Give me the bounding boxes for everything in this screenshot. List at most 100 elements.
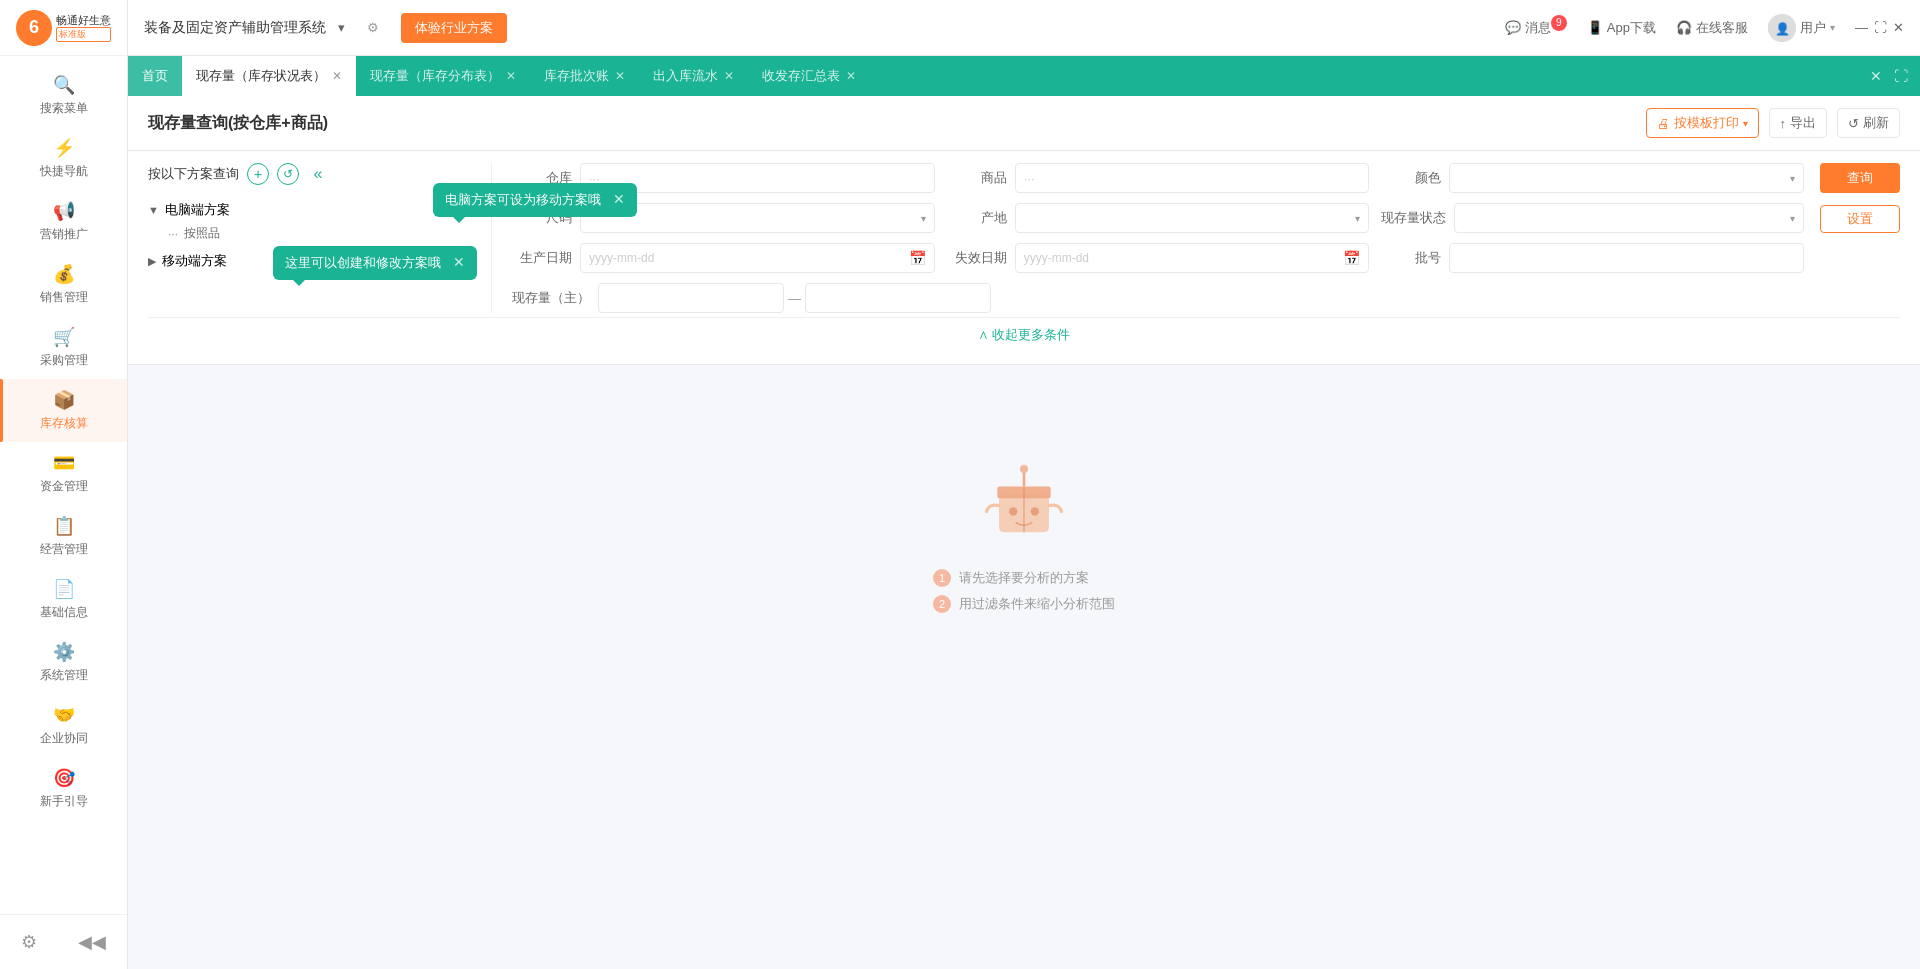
svg-point-5 <box>1009 507 1017 515</box>
tab-receipt-summary[interactable]: 收发存汇总表 ✕ <box>748 56 870 96</box>
collapse-sidebar-icon[interactable]: ◀◀ <box>74 927 110 957</box>
filter-row-2: 尺码 ▾ 产地 ▾ <box>512 203 1804 233</box>
sidebar-label-enterprise: 企业协同 <box>40 730 88 747</box>
desktop-scheme-subitem[interactable]: ··· 按照品 <box>168 223 471 244</box>
batch-no-label: 批号 <box>1381 249 1441 267</box>
export-icon: ↑ <box>1780 116 1787 131</box>
gear-button[interactable]: ⚙ <box>357 12 389 44</box>
filter-collapse[interactable]: ∧ 收起更多条件 <box>148 317 1900 352</box>
system-icon: ⚙️ <box>53 641 75 663</box>
guide-icon: 🎯 <box>53 767 75 789</box>
sidebar-item-inventory[interactable]: 📦 库存核算 <box>0 379 127 442</box>
refresh-icon: ↺ <box>1848 116 1859 131</box>
expiry-date-input[interactable]: yyyy-mm-dd 📅 <box>1015 243 1370 273</box>
desktop-scheme-item[interactable]: ▼ 电脑端方案 <box>148 197 471 223</box>
prod-date-field: 生产日期 yyyy-mm-dd 📅 <box>512 243 935 273</box>
tooltip2-text: 这里可以创建和修改方案哦 <box>285 255 441 270</box>
color-select[interactable]: ▾ <box>1449 163 1804 193</box>
empty-step-2: 2 用过滤条件来缩小分析范围 <box>933 595 1115 613</box>
tooltip2-close[interactable]: ✕ <box>453 254 465 270</box>
goods-label: 商品 <box>947 169 1007 187</box>
inv-status-select[interactable]: ▾ <box>1454 203 1804 233</box>
goods-field: 商品 ··· <box>947 163 1370 193</box>
sidebar-item-guide[interactable]: 🎯 新手引导 <box>0 757 127 820</box>
sidebar: 6 畅通好生意 标准版 🔍 搜索菜单 ⚡ 快捷导航 📢 营销推广 💰 销售管理 … <box>0 0 128 969</box>
refresh-scheme-button[interactable]: ↺ <box>277 163 299 185</box>
tab-in-out-flow-close[interactable]: ✕ <box>724 69 734 83</box>
prod-date-calendar-icon[interactable]: 📅 <box>909 250 926 266</box>
tab-close-all-icon[interactable]: ✕ <box>1866 64 1886 88</box>
inv-qty-from[interactable] <box>598 283 784 313</box>
inv-qty-to[interactable] <box>805 283 991 313</box>
tooltip-create-scheme: 这里可以创建和修改方案哦 ✕ <box>273 246 477 280</box>
basic-icon: 📄 <box>53 578 75 600</box>
marketing-icon: 📢 <box>53 200 75 222</box>
close-window-icon[interactable]: ✕ <box>1893 20 1904 35</box>
export-button[interactable]: ↑ 导出 <box>1769 108 1828 138</box>
size-dropdown-arrow: ▾ <box>921 213 926 224</box>
sidebar-item-sales[interactable]: 💰 销售管理 <box>0 253 127 316</box>
sidebar-item-search[interactable]: 🔍 搜索菜单 <box>0 64 127 127</box>
logo-badge: 标准版 <box>56 27 111 42</box>
add-scheme-button[interactable]: + <box>247 163 269 185</box>
sidebar-item-finance[interactable]: 💳 资金管理 <box>0 442 127 505</box>
notification-badge: 9 <box>1551 15 1567 31</box>
reset-button[interactable]: 设置 <box>1820 205 1900 233</box>
tab-home[interactable]: 首页 <box>128 56 182 96</box>
tab-batch-ledger-close[interactable]: ✕ <box>615 69 625 83</box>
tab-in-out-flow[interactable]: 出入库流水 ✕ <box>639 56 748 96</box>
goods-input[interactable]: ··· <box>1015 163 1370 193</box>
sidebar-item-enterprise[interactable]: 🤝 企业协同 <box>0 694 127 757</box>
tab-fullscreen-icon[interactable]: ⛶ <box>1890 64 1912 88</box>
inv-qty-label: 现存量（主） <box>512 289 590 307</box>
tab-inventory-dist-close[interactable]: ✕ <box>506 69 516 83</box>
svg-text:👤: 👤 <box>1775 21 1790 36</box>
header-left: 装备及固定资产辅助管理系统 ▾ ⚙ 体验行业方案 <box>144 12 507 44</box>
batch-no-field: 批号 <box>1381 243 1804 273</box>
user-item[interactable]: 👤 用户 ▾ <box>1768 14 1835 42</box>
trial-button[interactable]: 体验行业方案 <box>401 13 507 43</box>
print-button[interactable]: 🖨 按模板打印 ▾ <box>1646 108 1759 138</box>
step-1-num: 1 <box>933 569 951 587</box>
tab-inventory-status[interactable]: 现存量（库存状况表） ✕ <box>182 56 356 96</box>
sidebar-item-operation[interactable]: 📋 经营管理 <box>0 505 127 568</box>
active-bar <box>0 379 3 442</box>
sidebar-item-marketing[interactable]: 📢 营销推广 <box>0 190 127 253</box>
tab-inventory-dist[interactable]: 现存量（库存分布表） ✕ <box>356 56 530 96</box>
system-dropdown[interactable]: ▾ <box>338 20 345 35</box>
filter-label: 按以下方案查询 <box>148 165 239 183</box>
minimize-icon[interactable]: — <box>1855 20 1868 35</box>
sidebar-item-basic[interactable]: 📄 基础信息 <box>0 568 127 631</box>
settings-icon[interactable]: ⚙ <box>17 927 41 957</box>
inv-qty-range: — <box>598 283 991 313</box>
expiry-date-calendar-icon[interactable]: 📅 <box>1343 250 1360 266</box>
notification-label: 消息 <box>1525 19 1551 37</box>
origin-select[interactable]: ▾ <box>1015 203 1370 233</box>
maximize-icon[interactable]: ⛶ <box>1874 20 1887 35</box>
sidebar-item-system[interactable]: ⚙️ 系统管理 <box>0 631 127 694</box>
batch-no-input[interactable] <box>1449 243 1804 273</box>
online-service-item[interactable]: 🎧 在线客服 <box>1676 19 1748 37</box>
content-area: 现存量查询(按仓库+商品) 🖨 按模板打印 ▾ ↑ 导出 ↺ 刷新 <box>128 96 1920 969</box>
user-avatar: 👤 <box>1768 14 1796 42</box>
app-download-item[interactable]: 📱 App下载 <box>1587 19 1656 37</box>
tooltip1-close[interactable]: ✕ <box>613 191 625 207</box>
filter-area: 按以下方案查询 + ↺ « ▼ 电脑端方案 ··· 按照品 <box>128 151 1920 365</box>
sidebar-label-sales: 销售管理 <box>40 289 88 306</box>
back-scheme-button[interactable]: « <box>307 163 329 185</box>
tab-inventory-status-close[interactable]: ✕ <box>332 69 342 83</box>
prod-date-input[interactable]: yyyy-mm-dd 📅 <box>580 243 935 273</box>
tab-batch-ledger[interactable]: 库存批次账 ✕ <box>530 56 639 96</box>
refresh-button[interactable]: ↺ 刷新 <box>1837 108 1900 138</box>
subitem-label: 按照品 <box>184 225 220 242</box>
notification-item[interactable]: 💬 消息 9 <box>1505 19 1567 37</box>
filter-header: 按以下方案查询 + ↺ « <box>148 163 471 185</box>
quick-icon: ⚡ <box>53 137 75 159</box>
tab-receipt-summary-close[interactable]: ✕ <box>846 69 856 83</box>
sidebar-item-quick[interactable]: ⚡ 快捷导航 <box>0 127 127 190</box>
color-dropdown-arrow: ▾ <box>1790 173 1795 184</box>
sidebar-item-purchase[interactable]: 🛒 采购管理 <box>0 316 127 379</box>
refresh-label: 刷新 <box>1863 114 1889 132</box>
expiry-date-field: 失效日期 yyyy-mm-dd 📅 <box>947 243 1370 273</box>
search-button[interactable]: 查询 <box>1820 163 1900 193</box>
